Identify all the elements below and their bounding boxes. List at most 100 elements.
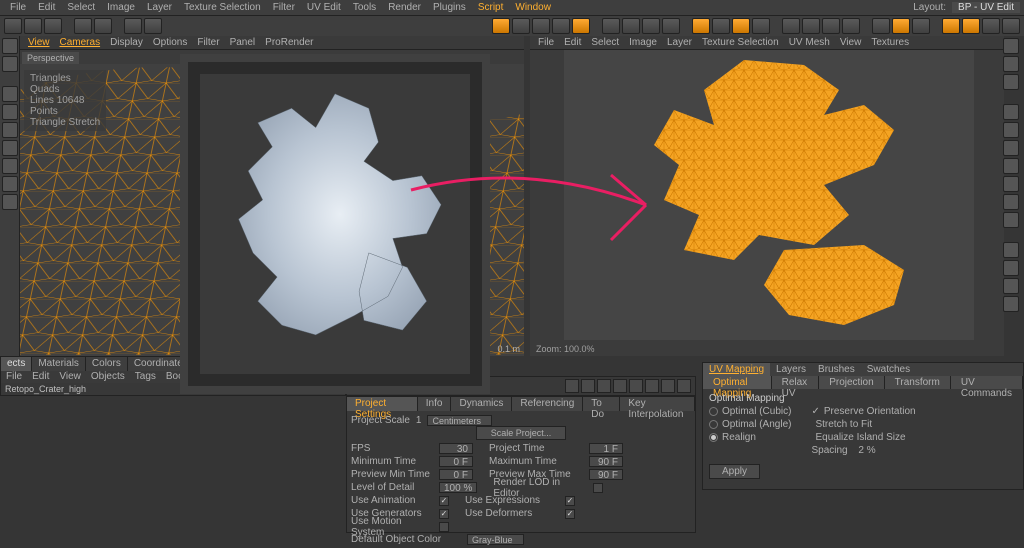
toolbar-icon[interactable] [822, 18, 840, 34]
toolbar-icon[interactable] [962, 18, 980, 34]
timeline-btn-icon[interactable] [565, 379, 579, 393]
fps-input[interactable]: 30 [439, 443, 473, 454]
viewport-uv-editor[interactable]: File Edit Select Image Layer Texture Sel… [530, 36, 1004, 356]
menu-filter[interactable]: Filter [267, 2, 301, 13]
spacing-input[interactable]: 2 % [858, 445, 886, 456]
toolbar-icon[interactable] [532, 18, 550, 34]
toolbar-icon[interactable] [642, 18, 660, 34]
toolbar-icon[interactable] [144, 18, 162, 34]
vp-tab-display[interactable]: Display [106, 37, 147, 48]
menu-layer[interactable]: Layer [141, 2, 178, 13]
toolbar-icon[interactable] [982, 18, 1000, 34]
toolbar-icon[interactable] [662, 18, 680, 34]
toolbar-icon[interactable] [872, 18, 890, 34]
menu-render[interactable]: Render [382, 2, 427, 13]
menu-uvedit[interactable]: UV Edit [301, 2, 347, 13]
toolbar-icon[interactable] [712, 18, 730, 34]
radio-optimal-angle[interactable] [709, 420, 718, 429]
menu-script[interactable]: Script [472, 2, 510, 13]
toolbar-icon[interactable] [892, 18, 910, 34]
use-def-checkbox[interactable]: ✓ [565, 509, 575, 519]
menu-plugins[interactable]: Plugins [427, 2, 472, 13]
attr-tab-objects[interactable]: ects [1, 357, 32, 371]
tool-icon[interactable] [2, 86, 18, 102]
toolbar-icon[interactable] [602, 18, 620, 34]
proj-tab-keyinterp[interactable]: Key Interpolation [620, 397, 695, 411]
obj-menu-view[interactable]: View [54, 371, 86, 383]
use-expr-checkbox[interactable]: ✓ [565, 496, 575, 506]
proj-tab-referencing[interactable]: Referencing [512, 397, 583, 411]
tool-icon[interactable] [2, 38, 18, 54]
uvvp-layer[interactable]: Layer [663, 37, 696, 48]
obj-menu-tags[interactable]: Tags [130, 371, 161, 383]
menu-edit[interactable]: Edit [32, 2, 61, 13]
proj-tab-info[interactable]: Info [418, 397, 452, 411]
vp-tab-cameras[interactable]: Cameras [56, 37, 105, 48]
toolbar-icon[interactable] [622, 18, 640, 34]
toolbar-icon[interactable] [4, 18, 22, 34]
uvvp-texsel[interactable]: Texture Selection [698, 37, 783, 48]
tool-icon[interactable] [2, 56, 18, 72]
uv-subtab-transform[interactable]: Transform [885, 376, 951, 389]
timeline-btn-icon[interactable] [613, 379, 627, 393]
default-color-dropdown[interactable]: Gray-Blue [467, 534, 524, 545]
attr-tab-colors[interactable]: Colors [86, 357, 128, 371]
checkbox-preserve-orientation[interactable]: ✓ [811, 406, 819, 417]
toolbar-icon[interactable] [782, 18, 800, 34]
uvtool-icon[interactable] [1003, 260, 1019, 276]
toolbar-icon[interactable] [732, 18, 750, 34]
timeline-btn-icon[interactable] [645, 379, 659, 393]
toolbar-icon[interactable] [74, 18, 92, 34]
toolbar-icon[interactable] [24, 18, 42, 34]
texture-preview-popup[interactable] [180, 54, 490, 394]
timeline-btn-icon[interactable] [677, 379, 691, 393]
timeline-btn-icon[interactable] [629, 379, 643, 393]
uv-tab-uvmapping[interactable]: UV Mapping [703, 363, 770, 376]
toolbar-icon[interactable] [802, 18, 820, 34]
uvvp-file[interactable]: File [534, 37, 558, 48]
vp-tab-prorender[interactable]: ProRender [261, 37, 317, 48]
use-anim-checkbox[interactable]: ✓ [439, 496, 449, 506]
use-gen-checkbox[interactable]: ✓ [439, 509, 449, 519]
menu-select[interactable]: Select [61, 2, 101, 13]
vp-tab-panel[interactable]: Panel [226, 37, 260, 48]
tool-icon[interactable] [2, 194, 18, 210]
project-scale-input[interactable]: 1 [416, 415, 422, 426]
vp-tab-view[interactable]: View [24, 37, 54, 48]
toolbar-icon[interactable] [1002, 18, 1020, 34]
uv-tab-brushes[interactable]: Brushes [812, 363, 861, 376]
uv-subtab-projection[interactable]: Projection [819, 376, 884, 389]
min-time-input[interactable]: 0 F [439, 456, 473, 467]
tool-icon[interactable] [2, 140, 18, 156]
uvtool-icon[interactable] [1003, 158, 1019, 174]
timeline-btn-icon[interactable] [661, 379, 675, 393]
radio-realign[interactable] [709, 433, 718, 442]
vp-tab-options[interactable]: Options [149, 37, 191, 48]
tool-icon[interactable] [2, 176, 18, 192]
toolbar-icon[interactable] [94, 18, 112, 34]
timeline-btn-icon[interactable] [581, 379, 595, 393]
uvtool-icon[interactable] [1003, 122, 1019, 138]
scale-project-button[interactable]: Scale Project... [476, 426, 567, 440]
layout-dropdown[interactable]: BP - UV Edit [952, 2, 1020, 13]
uv-subtab-optimal[interactable]: Optimal Mapping [703, 376, 772, 389]
uvtool-icon[interactable] [1003, 242, 1019, 258]
menu-texsel[interactable]: Texture Selection [178, 2, 267, 13]
uvtool-icon[interactable] [1003, 104, 1019, 120]
lod-editor-checkbox[interactable] [593, 483, 603, 493]
tool-icon[interactable] [2, 158, 18, 174]
toolbar-icon[interactable] [942, 18, 960, 34]
proj-tab-dynamics[interactable]: Dynamics [451, 397, 512, 411]
project-time-input[interactable]: 1 F [589, 443, 623, 454]
prev-min-input[interactable]: 0 F [439, 469, 473, 480]
toolbar-icon[interactable] [492, 18, 510, 34]
uvvp-uvmesh[interactable]: UV Mesh [785, 37, 834, 48]
vp-tab-filter[interactable]: Filter [193, 37, 223, 48]
proj-tab-projectsettings[interactable]: Project Settings [347, 397, 418, 411]
uvvp-image[interactable]: Image [625, 37, 661, 48]
toolbar-icon[interactable] [572, 18, 590, 34]
apply-button[interactable]: Apply [709, 464, 760, 479]
prev-max-input[interactable]: 90 F [589, 469, 623, 480]
uvvp-textures[interactable]: Textures [867, 37, 913, 48]
toolbar-icon[interactable] [512, 18, 530, 34]
